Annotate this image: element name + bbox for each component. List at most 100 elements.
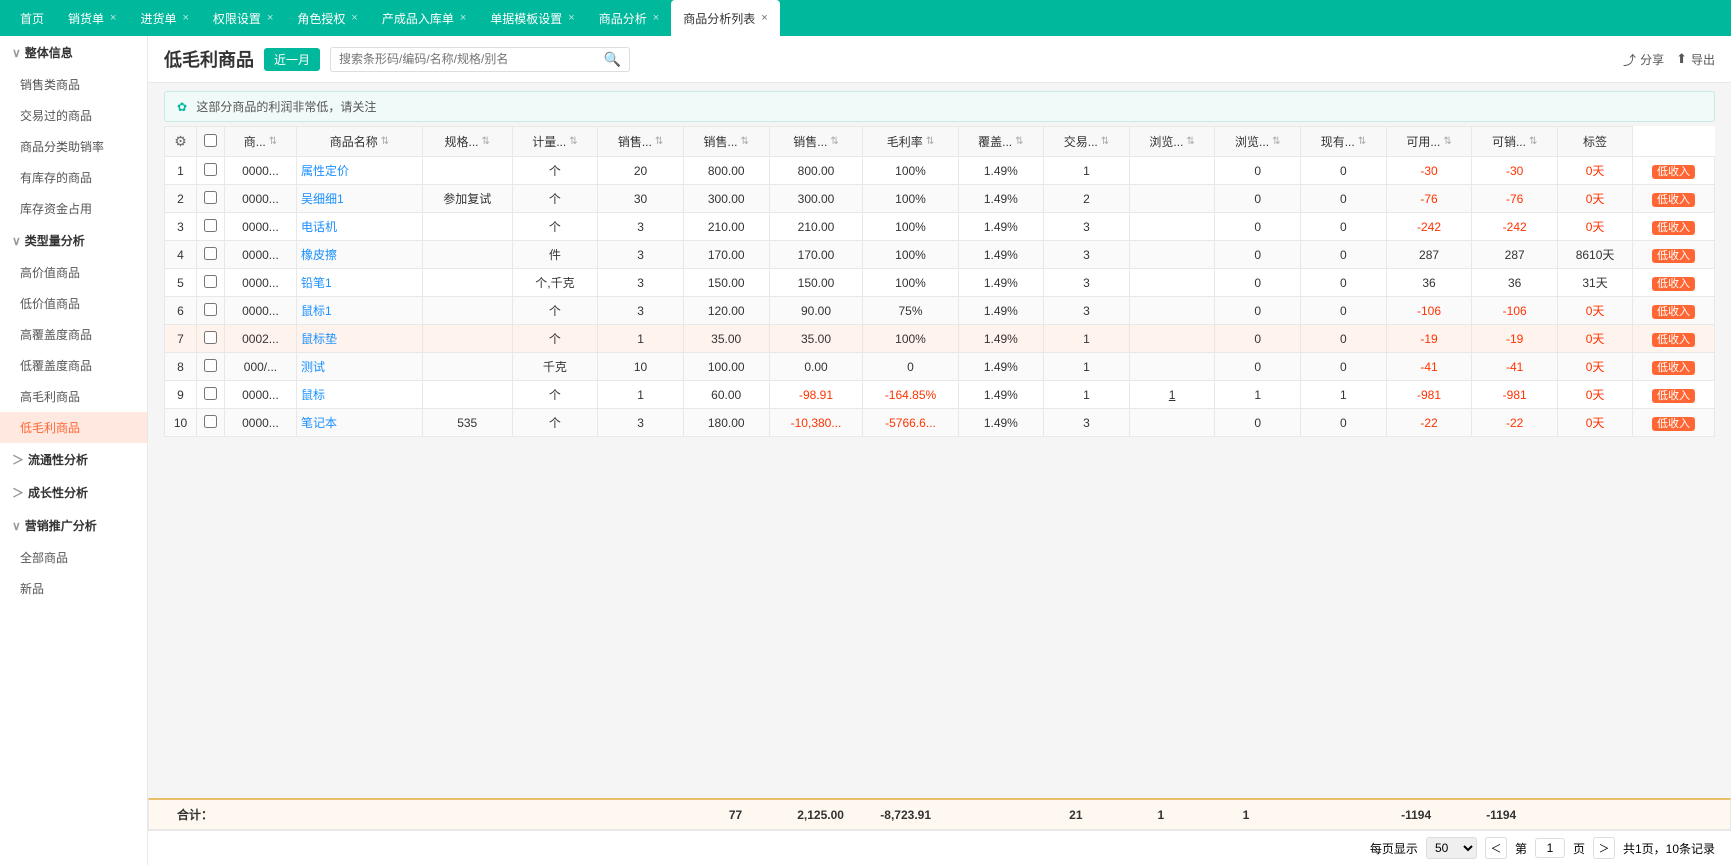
sidebar-group-liquidity[interactable]: ＞ 流通性分析 [0, 443, 147, 476]
search-input[interactable] [339, 52, 604, 66]
row-transactions[interactable] [1129, 297, 1215, 325]
nav-permissions[interactable]: 权限设置 × [201, 0, 285, 36]
search-icon[interactable]: 🔍 [604, 51, 621, 68]
total-coverage: 21 [1033, 808, 1118, 822]
row-transactions[interactable] [1129, 213, 1215, 241]
nav-home[interactable]: 首页 [8, 0, 56, 36]
col-checkbox[interactable] [197, 127, 225, 157]
share-button[interactable]: ⤴ 分享 [1623, 50, 1664, 69]
settings-icon-button[interactable]: ⚙ [174, 133, 187, 150]
row-index: 5 [165, 269, 197, 297]
close-icon[interactable]: × [568, 12, 574, 24]
sidebar-item-category-rate[interactable]: 商品分类助销率 [0, 131, 147, 162]
row-checkbox[interactable] [197, 269, 225, 297]
sidebar-item-high-margin[interactable]: 高毛利商品 [0, 381, 147, 412]
sidebar-item-traded-goods[interactable]: 交易过的商品 [0, 100, 147, 131]
nav-purchase-order[interactable]: 进货单 × [128, 0, 200, 36]
nav-product-analysis-list[interactable]: 商品分析列表 × [671, 0, 779, 36]
period-button[interactable]: 近一月 [264, 48, 320, 71]
sort-icon: ⇅ [1443, 136, 1451, 147]
sidebar-item-all-goods[interactable]: 全部商品 [0, 542, 147, 573]
close-icon[interactable]: × [460, 12, 466, 24]
row-select-checkbox[interactable] [204, 387, 217, 400]
row-checkbox[interactable] [197, 409, 225, 437]
nav-product-stock[interactable]: 产成品入库单 × [370, 0, 478, 36]
page-size-select[interactable]: 50 100 200 [1426, 837, 1477, 859]
sidebar-item-stocked-goods[interactable]: 有库存的商品 [0, 162, 147, 193]
close-icon[interactable]: × [653, 12, 659, 24]
row-checkbox[interactable] [197, 353, 225, 381]
row-select-checkbox[interactable] [204, 163, 217, 176]
table-row: 1 0000... 属性定价 个 20 800.00 800.00 100% 1… [165, 157, 1715, 185]
row-checkbox[interactable] [197, 241, 225, 269]
row-transactions[interactable] [1129, 409, 1215, 437]
row-select-checkbox[interactable] [204, 247, 217, 260]
row-checkbox[interactable] [197, 185, 225, 213]
row-name[interactable]: 属性定价 [296, 157, 422, 185]
sidebar-item-sales-goods[interactable]: 销售类商品 [0, 69, 147, 100]
sidebar-item-stock-capital[interactable]: 库存资金占用 [0, 193, 147, 224]
nav-template-settings[interactable]: 单据模板设置 × [478, 0, 586, 36]
col-unit: 计量... ⇅ [512, 127, 598, 157]
row-select-checkbox[interactable] [204, 275, 217, 288]
sidebar-group-overall[interactable]: ∨ 整体信息 [0, 36, 147, 69]
prev-page-button[interactable]: ＜ [1485, 837, 1507, 859]
row-checkbox[interactable] [197, 213, 225, 241]
table-row: 7 0002... 鼠标垫 个 1 35.00 35.00 100% 1.49%… [165, 325, 1715, 353]
row-name[interactable]: 铅笔1 [296, 269, 422, 297]
row-select-checkbox[interactable] [204, 219, 217, 232]
row-name[interactable]: 鼠标1 [296, 297, 422, 325]
row-transactions[interactable] [1129, 157, 1215, 185]
search-box[interactable]: 🔍 [330, 47, 630, 72]
row-transactions[interactable] [1129, 241, 1215, 269]
row-name[interactable]: 吴细细1 [296, 185, 422, 213]
row-transactions[interactable] [1129, 269, 1215, 297]
sidebar-item-high-value[interactable]: 高价值商品 [0, 257, 147, 288]
sidebar-item-low-value[interactable]: 低价值商品 [0, 288, 147, 319]
export-button[interactable]: ⬆ 导出 [1676, 50, 1715, 69]
select-all-checkbox[interactable] [204, 134, 217, 147]
nav-product-analysis[interactable]: 商品分析 × [587, 0, 671, 36]
sort-icon: ⇅ [381, 136, 389, 147]
row-transactions[interactable] [1129, 325, 1215, 353]
row-select-checkbox[interactable] [204, 359, 217, 372]
sidebar-item-high-coverage[interactable]: 高覆盖度商品 [0, 319, 147, 350]
sidebar-item-low-coverage[interactable]: 低覆盖度商品 [0, 350, 147, 381]
nav-role-auth[interactable]: 角色授权 × [285, 0, 369, 36]
row-checkbox[interactable] [197, 325, 225, 353]
nav-sales-order[interactable]: 销货单 × [56, 0, 128, 36]
row-select-checkbox[interactable] [204, 303, 217, 316]
row-checkbox[interactable] [197, 297, 225, 325]
row-name[interactable]: 电话机 [296, 213, 422, 241]
close-icon[interactable]: × [761, 12, 767, 24]
row-name[interactable]: 测试 [296, 353, 422, 381]
row-views1: 0 [1215, 409, 1301, 437]
row-name[interactable]: 鼠标垫 [296, 325, 422, 353]
row-checkbox[interactable] [197, 381, 225, 409]
row-select-checkbox[interactable] [204, 191, 217, 204]
sidebar-group-type-analysis[interactable]: ∨ 类型量分析 [0, 224, 147, 257]
close-icon[interactable]: × [267, 12, 273, 24]
row-select-checkbox[interactable] [204, 331, 217, 344]
page-number-input[interactable] [1535, 838, 1565, 858]
row-transactions[interactable]: 1 [1129, 381, 1215, 409]
close-icon[interactable]: × [182, 12, 188, 24]
row-name[interactable]: 笔记本 [296, 409, 422, 437]
table-row: 5 0000... 铅笔1 个,千克 3 150.00 150.00 100% … [165, 269, 1715, 297]
row-transactions[interactable] [1129, 353, 1215, 381]
sidebar-group-growth[interactable]: ＞ 成长性分析 [0, 476, 147, 509]
row-sales-qty: 20 [598, 157, 684, 185]
sidebar-item-new-goods[interactable]: 新品 [0, 573, 147, 604]
row-transactions[interactable] [1129, 185, 1215, 213]
row-name[interactable]: 橡皮擦 [296, 241, 422, 269]
close-icon[interactable]: × [110, 12, 116, 24]
next-page-button[interactable]: ＞ [1593, 837, 1615, 859]
col-settings[interactable]: ⚙ [165, 127, 197, 157]
sidebar-group-marketing[interactable]: ∨ 营销推广分析 [0, 509, 147, 542]
sidebar-item-low-margin[interactable]: 低毛利商品 [0, 412, 147, 443]
row-name[interactable]: 鼠标 [296, 381, 422, 409]
row-select-checkbox[interactable] [204, 415, 217, 428]
close-icon[interactable]: × [351, 12, 357, 24]
row-checkbox[interactable] [197, 157, 225, 185]
row-views2: 0 [1301, 325, 1387, 353]
